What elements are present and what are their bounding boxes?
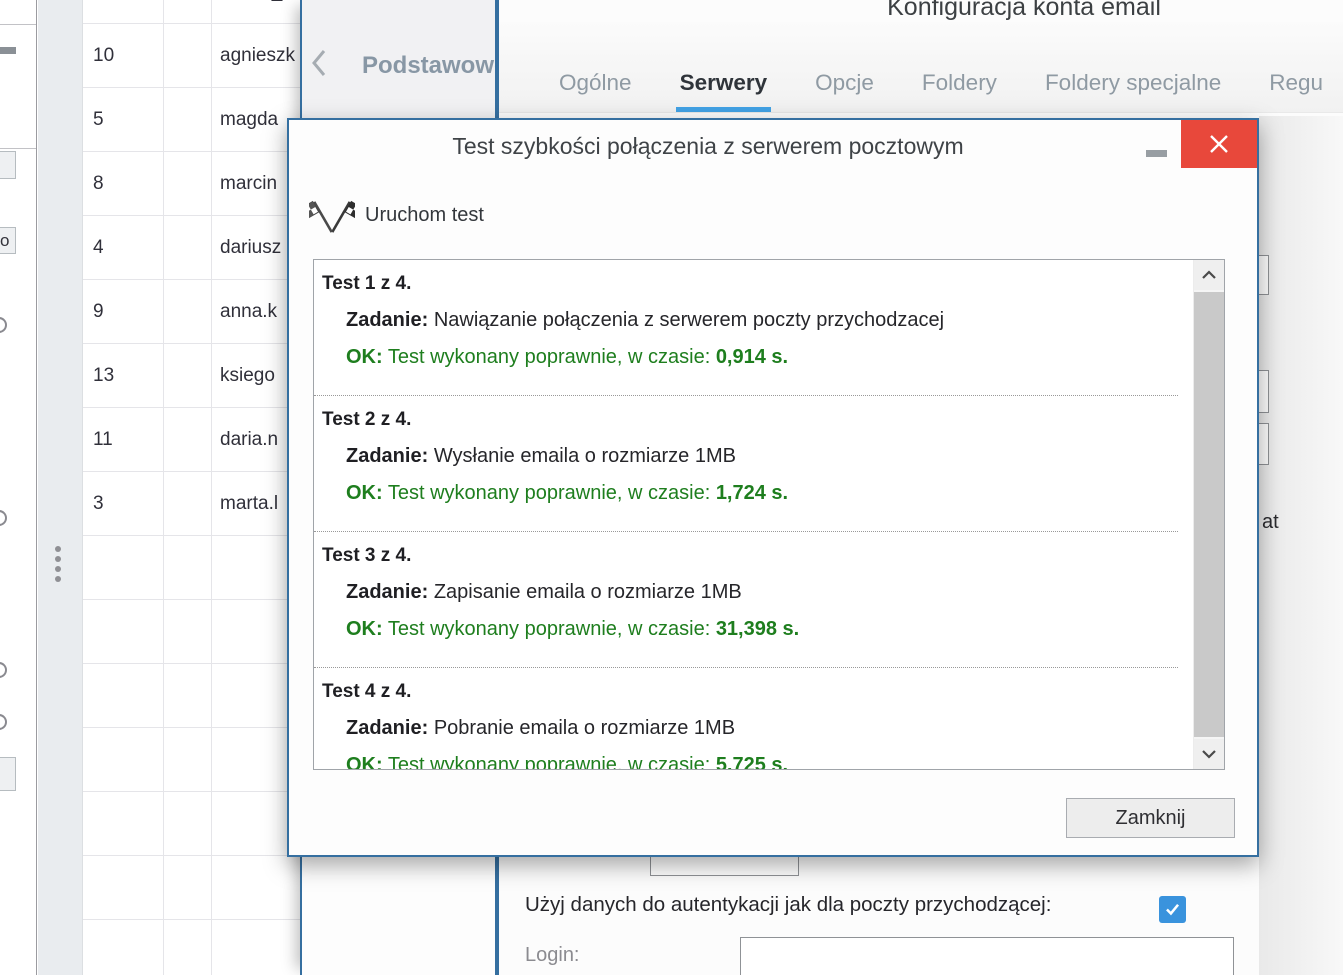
row-id-cell: 13 [83, 344, 164, 407]
test-header: Test 2 z 4. [322, 409, 412, 430]
hidden-input-edge [1259, 423, 1269, 465]
test-result-item: Test 2 z 4. Zadanie: Wysłanie emaila o r… [314, 396, 1178, 532]
test-ok-line: OK: Test wykonany poprawnie, w czasie: 3… [346, 618, 800, 640]
left-fragment-dash [0, 47, 16, 54]
scroll-down-icon[interactable] [1194, 739, 1224, 769]
left-fragment-radio-icon [0, 662, 7, 678]
speed-test-dialog: Test szybkości połączenia z serwerem poc… [287, 118, 1259, 857]
row-id-cell: 8 [83, 152, 164, 215]
list-scrollbar[interactable] [1193, 260, 1224, 769]
test-ok-line: OK: Test wykonany poprawnie, w czasie: 1… [346, 482, 789, 504]
test-task-line: Zadanie: Wysłanie emaila o rozmiarze 1MB [346, 445, 736, 467]
row-drag-handle-icon[interactable] [55, 546, 61, 582]
dialog-title: Test szybkości połączenia z serwerem poc… [452, 133, 964, 159]
row-spacer-cell [164, 664, 212, 727]
row-spacer-cell [164, 408, 212, 471]
table-gutter [38, 0, 83, 975]
test-ok-line: OK: Test wykonany poprawnie, w czasie: 5… [346, 754, 789, 770]
row-spacer-cell [164, 472, 212, 535]
tab[interactable]: Opcje [815, 70, 874, 112]
row-spacer-cell [164, 216, 212, 279]
test-result-item: Test 4 z 4. Zadanie: Pobranie emaila o r… [314, 668, 1178, 770]
auth-checkbox-label: Użyj danych do autentykacji jak dla pocz… [525, 893, 1052, 916]
left-fragment-radio-icon [0, 510, 7, 526]
panel-title: Podstawowe [362, 52, 497, 79]
test-result-item: Test 1 z 4. Zadanie: Nawiązanie połączen… [314, 260, 1178, 396]
row-id-cell [83, 856, 164, 919]
window-content-background [1259, 116, 1343, 975]
row-id-cell: 3 [83, 472, 164, 535]
row-spacer-cell [164, 536, 212, 599]
close-button[interactable] [1181, 120, 1257, 168]
row-id-cell: 5 [83, 88, 164, 151]
row-spacer-cell [164, 920, 212, 975]
row-id-cell: 11 [83, 408, 164, 471]
back-chevron-icon[interactable] [310, 48, 330, 78]
clipped-label-fragment: at [1262, 511, 1279, 533]
row-spacer-cell [164, 728, 212, 791]
left-fragment-box [0, 757, 16, 791]
hidden-input-edge [1259, 255, 1269, 295]
login-label: Login: [525, 944, 580, 966]
test-header: Test 1 z 4. [322, 273, 412, 294]
left-fragment-box: o [0, 227, 16, 254]
auth-checkbox[interactable] [1159, 896, 1186, 923]
row-spacer-cell [164, 792, 212, 855]
left-fragment-line [0, 24, 36, 25]
tab[interactable]: Regu [1269, 70, 1323, 112]
row-id-cell: 10 [83, 24, 164, 87]
checkmark-icon [1166, 903, 1180, 916]
checkered-flags-icon [309, 200, 355, 233]
hidden-input-edge [1259, 370, 1269, 413]
tab[interactable]: Foldery specjalne [1045, 70, 1221, 112]
row-spacer-cell [164, 88, 212, 151]
row-id-cell: 4 [83, 216, 164, 279]
row-spacer-cell [164, 0, 212, 23]
row-id-cell [83, 920, 164, 975]
test-result-item: Test 3 z 4. Zadanie: Zapisanie emaila o … [314, 532, 1178, 668]
test-header: Test 3 z 4. [322, 545, 412, 566]
test-ok-line: OK: Test wykonany poprawnie, w czasie: 0… [346, 346, 789, 368]
row-id-cell: 9 [83, 280, 164, 343]
row-spacer-cell [164, 280, 212, 343]
row-spacer-cell [164, 24, 212, 87]
run-test-button[interactable]: Uruchom test [303, 190, 490, 240]
row-id-cell: 2 [83, 0, 164, 23]
row-spacer-cell [164, 344, 212, 407]
row-id-cell [83, 664, 164, 727]
test-results-list: Test 1 z 4. Zadanie: Nawiązanie połączen… [313, 259, 1225, 770]
login-input[interactable] [740, 937, 1234, 975]
test-task-line: Zadanie: Pobranie emaila o rozmiarze 1MB [346, 717, 736, 739]
row-spacer-cell [164, 600, 212, 663]
row-id-cell [83, 728, 164, 791]
left-fragment-box [0, 151, 16, 179]
minimize-icon[interactable] [1146, 150, 1167, 157]
left-fragment-line [0, 148, 36, 149]
left-fragment-radio-icon [0, 317, 7, 333]
tab-bar: Ogólne Serwery Opcje Foldery Foldery spe… [499, 22, 1343, 113]
tab[interactable]: Ogólne [559, 70, 632, 112]
x-icon [1210, 135, 1228, 153]
scrollbar-thumb[interactable] [1194, 292, 1224, 737]
row-spacer-cell [164, 152, 212, 215]
scroll-up-icon[interactable] [1194, 260, 1224, 290]
row-id-cell [83, 792, 164, 855]
test-header: Test 4 z 4. [322, 681, 412, 702]
tab[interactable]: Serwery [675, 70, 771, 112]
test-task-line: Zadanie: Zapisanie emaila o rozmiarze 1M… [346, 581, 742, 603]
row-id-cell [83, 600, 164, 663]
row-spacer-cell [164, 856, 212, 919]
zamknij-button[interactable]: Zamknij [1066, 798, 1235, 838]
run-test-label: Uruchom test [365, 203, 484, 226]
tab[interactable]: Foldery [922, 70, 997, 112]
row-id-cell [83, 536, 164, 599]
window-title: Konfiguracja konta email [887, 0, 1161, 21]
test-task-line: Zadanie: Nawiązanie połączenia z serwere… [346, 309, 945, 331]
left-fragment-radio-icon [0, 714, 7, 730]
